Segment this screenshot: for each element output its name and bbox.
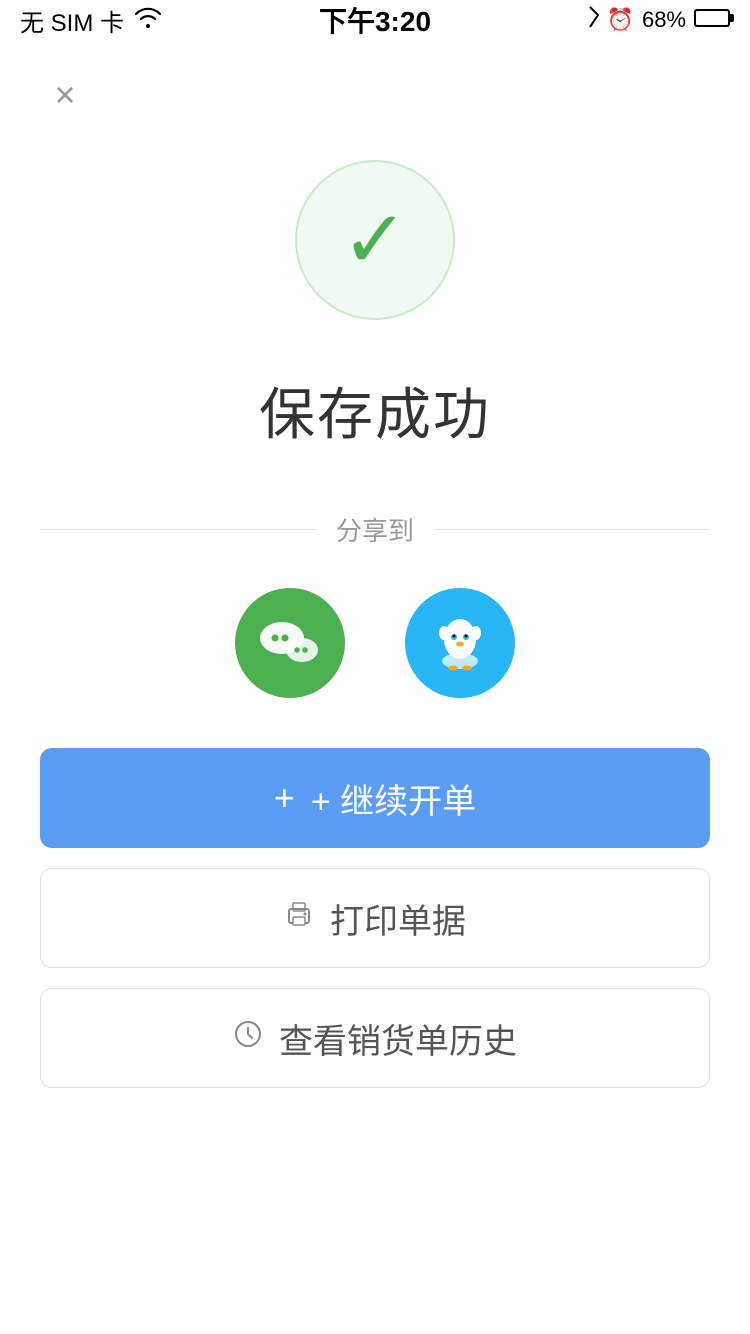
- print-button[interactable]: 打印单据: [40, 868, 710, 968]
- plus-icon: +: [274, 777, 295, 819]
- wechat-icon-svg: [255, 608, 325, 678]
- share-label: 分享到: [336, 511, 414, 548]
- action-buttons: + + 继续开单 打印单据 查看销货单历史: [40, 748, 710, 1088]
- status-left: 无 SIM 卡: [20, 3, 162, 38]
- history-label: 查看销货单历史: [279, 1014, 517, 1063]
- share-icons: [40, 588, 710, 698]
- battery-percent: 68%: [642, 7, 686, 33]
- wifi-icon: [134, 6, 162, 35]
- location-icon: [581, 6, 599, 34]
- close-button[interactable]: ×: [40, 70, 90, 120]
- close-icon: ×: [54, 77, 75, 113]
- wechat-share-button[interactable]: [235, 588, 345, 698]
- history-button[interactable]: 查看销货单历史: [40, 988, 710, 1088]
- continue-order-button[interactable]: + + 继续开单: [40, 748, 710, 848]
- status-right: ⏰ 68%: [581, 6, 730, 34]
- history-icon: [233, 1019, 263, 1057]
- share-section: 分享到: [40, 511, 710, 698]
- main-content: ✓ 保存成功 分享到: [0, 140, 750, 1334]
- continue-order-label: + 继续开单: [311, 774, 476, 823]
- print-label: 打印单据: [330, 894, 466, 943]
- qq-icon-svg: [428, 611, 493, 676]
- close-area: ×: [0, 40, 750, 140]
- alarm-icon: ⏰: [607, 7, 634, 33]
- time-display: 下午3:20: [319, 0, 431, 40]
- success-icon-container: ✓: [295, 160, 455, 320]
- share-divider: 分享到: [40, 511, 710, 548]
- print-icon: [284, 899, 314, 937]
- carrier-text: 无 SIM 卡: [20, 3, 124, 38]
- success-title: 保存成功: [259, 370, 491, 451]
- status-bar: 无 SIM 卡 下午3:20 ⏰ 68%: [0, 0, 750, 40]
- qq-share-button[interactable]: [405, 588, 515, 698]
- checkmark-icon: ✓: [341, 200, 408, 280]
- battery-icon: [694, 7, 730, 33]
